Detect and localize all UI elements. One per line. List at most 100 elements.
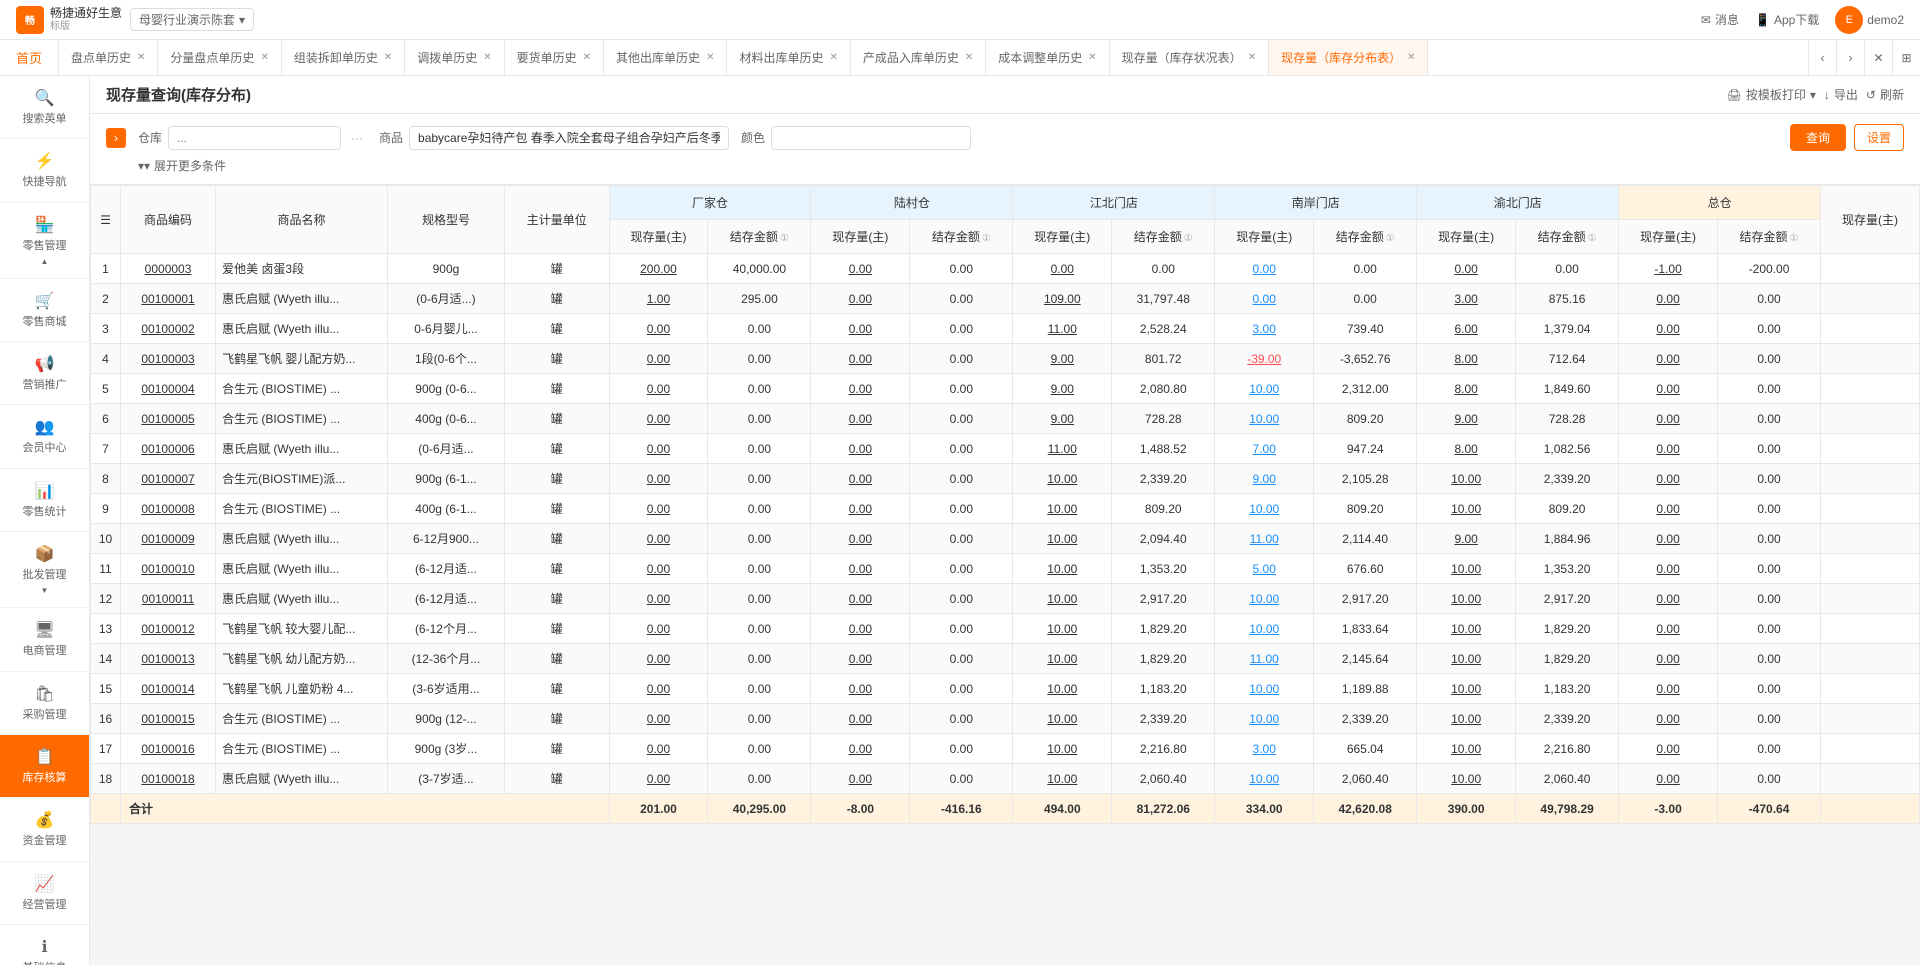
download-icon: 📱 (1755, 13, 1770, 27)
color-input[interactable] (771, 126, 971, 150)
sidebar-label-finance: 资金管理 (23, 834, 67, 848)
summary-v9: 390.00 (1417, 794, 1516, 824)
table-row: 500100004合生元 (BIOSTIME) ...900g (0-6...罐… (91, 374, 1920, 404)
table-row: 1200100011惠氏启赋 (Wyeth illu...(6-12月适...罐… (91, 584, 1920, 614)
sidebar-label-member: 会员中心 (23, 441, 67, 455)
sidebar-item-operations[interactable]: 📈 经营管理 (0, 862, 89, 925)
member-icon: 👥 (35, 417, 55, 437)
sidebar-item-retail-mgmt[interactable]: 🏪 零售管理 ▲ (0, 203, 89, 279)
tab-close-5[interactable]: ✕ (583, 52, 591, 63)
summary-row: 合计 201.00 40,295.00 -8.00 -416.16 494.00… (91, 794, 1920, 824)
brand-icon: 畅 (16, 6, 44, 34)
tab-close-4[interactable]: ✕ (483, 52, 491, 63)
tab-home[interactable]: 首页 (0, 40, 59, 75)
tabs-next-btn[interactable]: › (1836, 40, 1864, 76)
chevron-up-icon: ▲ (41, 257, 49, 266)
collapse-btn[interactable]: › (106, 128, 126, 148)
warehouse-input[interactable] (168, 126, 341, 150)
sidebar-item-shop[interactable]: 🛒 零售商城 (0, 279, 89, 342)
th-code: 商品编码 (121, 186, 216, 254)
marketing-icon: 📢 (35, 354, 55, 374)
th-lucun-wh: 陆村仓 (811, 186, 1013, 220)
finance-icon: 💰 (35, 810, 55, 830)
sidebar-item-retail-stats[interactable]: 📊 零售统计 (0, 469, 89, 532)
product-input[interactable] (409, 126, 729, 150)
tab-3[interactable]: 组装拆卸单历史 ✕ (282, 40, 405, 75)
tabs-expand-btn[interactable]: ⊞ (1892, 40, 1920, 76)
tab-1[interactable]: 盘点单历史 ✕ (59, 40, 158, 75)
th-name: 商品名称 (216, 186, 388, 254)
jiangbei-amount-info-icon[interactable]: ① (1184, 233, 1193, 244)
stats-icon: 📊 (35, 481, 55, 501)
tab-close-10[interactable]: ✕ (1248, 52, 1256, 63)
tab-close-8[interactable]: ✕ (965, 52, 973, 63)
th-factory-stock: 现存量(主) (609, 220, 708, 254)
factory-amount-info-icon[interactable]: ① (780, 233, 789, 244)
th-nanan-stock: 现存量(主) (1215, 220, 1314, 254)
sidebar-item-inventory[interactable]: 📋 库存核算 (0, 735, 89, 798)
user-menu[interactable]: E demo2 (1835, 6, 1904, 34)
th-gear[interactable]: ☰ (91, 186, 121, 254)
tab-5[interactable]: 要货单历史 ✕ (505, 40, 604, 75)
th-total-amount: 结存金额① (1717, 220, 1820, 254)
message-btn[interactable]: ✉ 消息 (1701, 11, 1739, 28)
sidebar-item-wholesale[interactable]: 📦 批发管理 ▼ (0, 532, 89, 608)
tab-7[interactable]: 材料出库单历史 ✕ (727, 40, 850, 75)
chevron-down-icon: ▼ (41, 586, 49, 595)
summary-v3: -8.00 (811, 794, 910, 824)
summary-v8: 42,620.08 (1314, 794, 1417, 824)
yubei-amount-info-icon[interactable]: ① (1588, 233, 1597, 244)
sidebar-item-search[interactable]: 🔍 搜索英单 (0, 76, 89, 139)
sidebar-item-ecommerce[interactable]: 🖥 电商管理 (0, 608, 89, 671)
warehouse-ellipsis-btn[interactable]: ··· (347, 131, 367, 145)
page-header: 现存量查询(库存分布) 🖨 按模板打印 ▾ ↓ 导出 ↺ 刷新 (90, 76, 1920, 114)
tab-10[interactable]: 现存量（库存状况表） ✕ (1110, 40, 1269, 75)
summary-v6: 81,272.06 (1112, 794, 1215, 824)
nanan-amount-info-icon[interactable]: ① (1386, 233, 1395, 244)
tabs-close-all-btn[interactable]: ✕ (1864, 40, 1892, 76)
tab-close-6[interactable]: ✕ (706, 52, 714, 63)
th-yubei-store: 渝北门店 (1417, 186, 1619, 220)
print-arrow-icon: ▾ (1810, 88, 1816, 102)
sidebar-item-purchase[interactable]: 🛍 采购管理 (0, 672, 89, 735)
ecommerce-icon: 🖥 (34, 620, 54, 640)
setting-button[interactable]: 设置 (1854, 124, 1904, 151)
tab-close-7[interactable]: ✕ (829, 52, 837, 63)
inventory-icon: 📋 (35, 747, 55, 767)
lucun-amount-info-icon[interactable]: ① (982, 233, 991, 244)
tab-close-1[interactable]: ✕ (137, 52, 145, 63)
purchase-icon: 🛍 (34, 684, 54, 704)
color-label: 颜色 (741, 129, 765, 146)
th-total-stock: 现存量(主) (1619, 220, 1718, 254)
refresh-btn[interactable]: ↺ 刷新 (1866, 86, 1904, 103)
sidebar-item-basic-info[interactable]: ℹ 基础信息 (0, 925, 89, 965)
sidebar-item-member[interactable]: 👥 会员中心 (0, 405, 89, 468)
tab-2[interactable]: 分量盘点单历史 ✕ (158, 40, 281, 75)
print-btn[interactable]: 🖨 按模板打印 ▾ (1727, 86, 1816, 103)
summary-v12: -470.64 (1717, 794, 1820, 824)
tab-11[interactable]: 现存量（库存分布表） ✕ (1269, 40, 1428, 75)
tab-close-2[interactable]: ✕ (260, 52, 268, 63)
tabs-prev-btn[interactable]: ‹ (1808, 40, 1836, 76)
sidebar-item-marketing[interactable]: 📢 营销推广 (0, 342, 89, 405)
sidebar-item-nav[interactable]: ⚡ 快捷导航 (0, 139, 89, 202)
export-btn[interactable]: ↓ 导出 (1824, 86, 1858, 103)
sidebar-label-retail-mgmt: 零售管理 (23, 239, 67, 253)
sidebar-label-search: 搜索英单 (23, 112, 67, 126)
sidebar-item-finance[interactable]: 💰 资金管理 (0, 798, 89, 861)
tab-4[interactable]: 调拨单历史 ✕ (405, 40, 504, 75)
app-download-btn[interactable]: 📱 App下载 (1755, 11, 1819, 28)
expand-conditions-btn[interactable]: ▾▾ 展开更多条件 (138, 157, 226, 174)
tab-close-11[interactable]: ✕ (1407, 52, 1415, 63)
th-spec: 规格型号 (387, 186, 504, 254)
query-button[interactable]: 查询 (1790, 124, 1846, 151)
print-icon: 🖨 (1727, 88, 1742, 102)
store-selector[interactable]: 母婴行业演示陈套 ▾ (130, 8, 254, 31)
tab-close-3[interactable]: ✕ (384, 52, 392, 63)
tab-8[interactable]: 产成品入库单历史 ✕ (851, 40, 986, 75)
tab-9[interactable]: 成本调整单历史 ✕ (986, 40, 1109, 75)
total-amount-info-icon[interactable]: ① (1790, 233, 1799, 244)
tab-6[interactable]: 其他出库单历史 ✕ (604, 40, 727, 75)
table-row: 800100007合生元(BIOSTIME)派...900g (6-1...罐0… (91, 464, 1920, 494)
tab-close-9[interactable]: ✕ (1088, 52, 1096, 63)
